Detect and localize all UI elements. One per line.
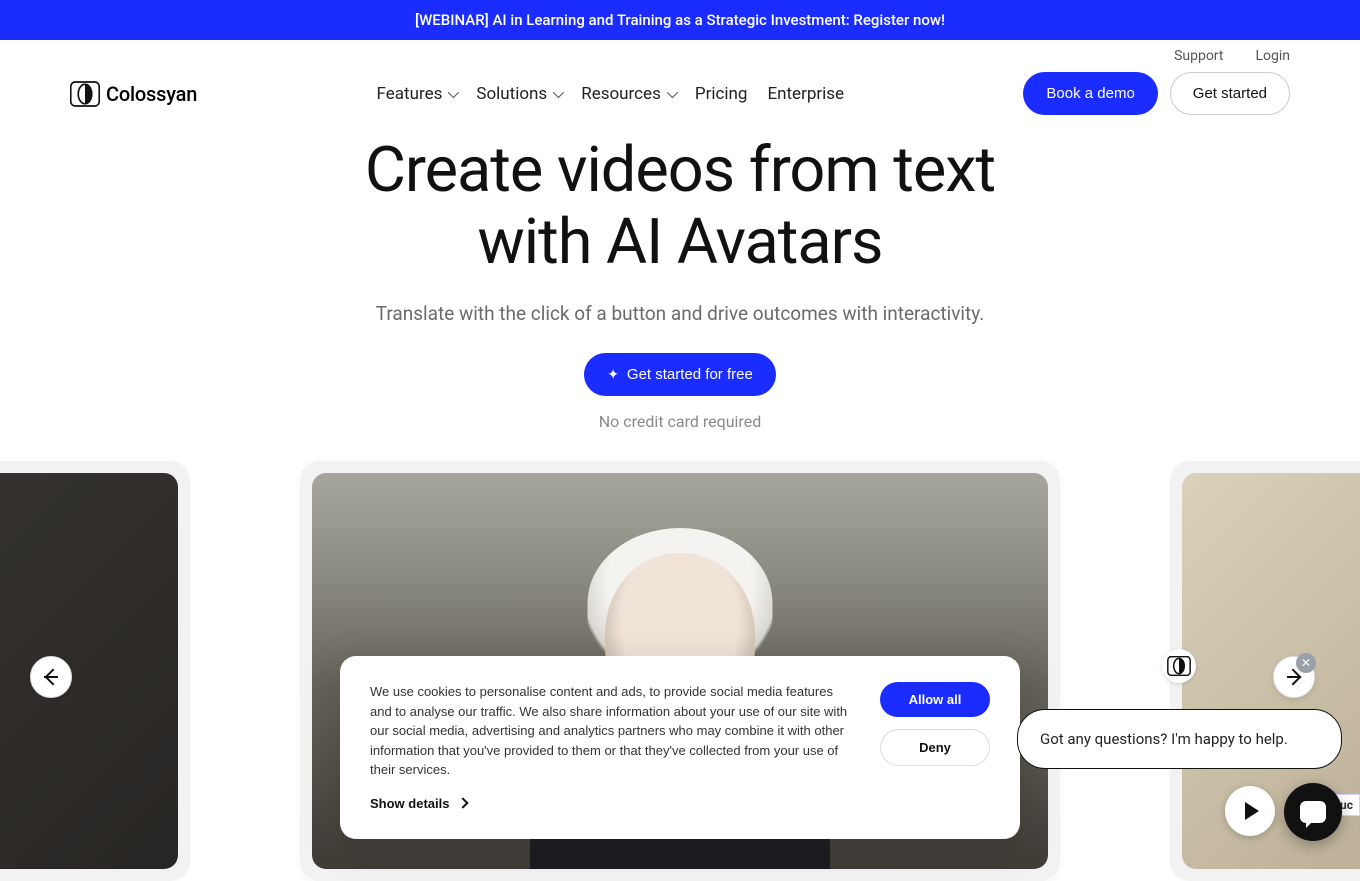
logo-text: Colossyan (106, 82, 197, 106)
nav-features-label: Features (377, 84, 443, 104)
nav-enterprise-label: Enterprise (767, 84, 844, 104)
nav-center: Features Solutions Resources Pricing Ent… (377, 84, 845, 104)
book-demo-label: Book a demo (1046, 85, 1134, 102)
arrow-left-icon (44, 668, 61, 685)
chat-prompt-text: Got any questions? I'm happy to help. (1040, 730, 1288, 748)
cookie-description: We use cookies to personalise content an… (370, 682, 850, 780)
carousel-slide-prev-image (0, 473, 178, 869)
play-icon (1245, 802, 1259, 820)
chevron-right-icon (458, 798, 469, 809)
nav-resources-label: Resources (581, 84, 661, 104)
get-started-free-button[interactable]: ✦ Get started for free (584, 353, 776, 396)
book-demo-button[interactable]: Book a demo (1023, 72, 1157, 115)
slide-play-button[interactable] (1225, 786, 1275, 836)
carousel-prev-button[interactable] (30, 656, 72, 698)
cookie-actions: Allow all Deny (880, 682, 990, 766)
cookie-show-details-label: Show details (370, 794, 449, 814)
utility-nav: Support Login (0, 40, 1360, 64)
hero-title-line1: Create videos from text (365, 134, 995, 207)
chevron-down-icon (667, 86, 678, 97)
chevron-down-icon (448, 86, 459, 97)
close-icon: ✕ (1301, 656, 1311, 670)
hero-cta-label: Get started for free (627, 366, 753, 383)
chat-agent-avatar (1162, 649, 1196, 683)
nav-actions: Book a demo Get started (1023, 72, 1290, 115)
nav-solutions-label: Solutions (476, 84, 547, 104)
hero-subtitle: Translate with the click of a button and… (0, 302, 1360, 325)
hero-cta-wrap: ✦ Get started for free (0, 353, 1360, 396)
hero-note: No credit card required (0, 412, 1360, 431)
cookie-deny-label: Deny (919, 740, 951, 755)
hero-title-line2: with AI Avatars (477, 206, 882, 279)
chat-icon (1300, 801, 1326, 823)
nav-pricing-label: Pricing (695, 84, 748, 104)
get-started-label: Get started (1193, 85, 1267, 102)
nav-pricing[interactable]: Pricing (695, 84, 748, 104)
hero-title: Create videos from text with AI Avatars (0, 135, 1360, 280)
cookie-allow-button[interactable]: Allow all (880, 682, 990, 717)
cookie-consent-banner: We use cookies to personalise content an… (340, 656, 1020, 839)
support-link[interactable]: Support (1174, 48, 1223, 64)
chevron-down-icon (553, 86, 564, 97)
announcement-text: [WEBINAR] AI in Learning and Training as… (415, 11, 945, 29)
arrow-right-icon (1284, 668, 1301, 685)
cookie-allow-label: Allow all (909, 692, 962, 707)
cookie-show-details[interactable]: Show details (370, 794, 850, 814)
carousel-slide-prev (0, 461, 190, 881)
nav-resources[interactable]: Resources (581, 84, 675, 104)
announcement-bar[interactable]: [WEBINAR] AI in Learning and Training as… (0, 0, 1360, 40)
chat-launcher-button[interactable] (1284, 783, 1342, 841)
cookie-text-wrap: We use cookies to personalise content an… (370, 682, 850, 813)
chat-close-button[interactable]: ✕ (1296, 653, 1316, 673)
login-link[interactable]: Login (1255, 48, 1290, 64)
nav-enterprise[interactable]: Enterprise (767, 84, 844, 104)
cookie-deny-button[interactable]: Deny (880, 729, 990, 766)
logo-icon (70, 81, 100, 107)
brand-logo[interactable]: Colossyan (70, 81, 197, 107)
sparkle-icon: ✦ (607, 367, 619, 381)
nav-solutions[interactable]: Solutions (476, 84, 561, 104)
get-started-button[interactable]: Get started (1170, 72, 1290, 115)
main-navbar: Colossyan Features Solutions Resources P… (0, 64, 1360, 125)
nav-features[interactable]: Features (377, 84, 457, 104)
chat-prompt-bubble[interactable]: Got any questions? I'm happy to help. (1017, 709, 1342, 770)
hero-section: Create videos from text with AI Avatars … (0, 135, 1360, 431)
